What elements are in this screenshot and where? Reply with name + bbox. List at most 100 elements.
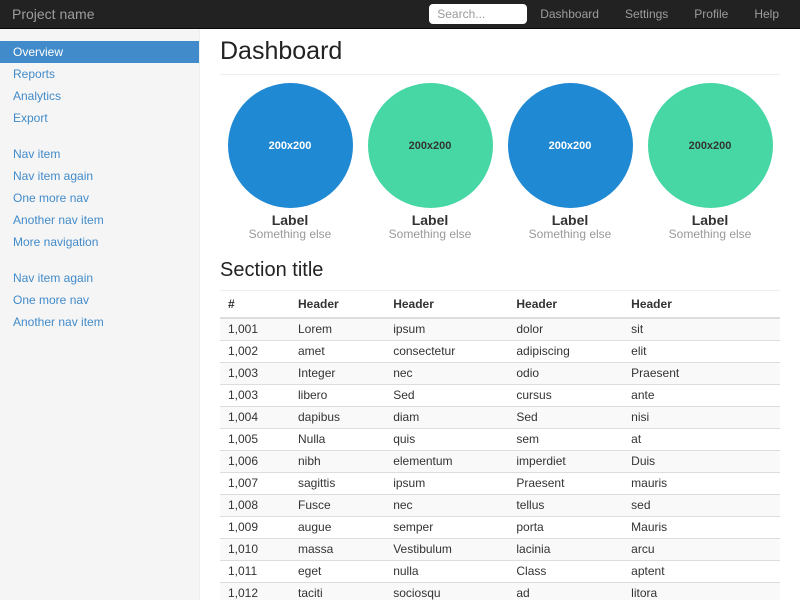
table-cell: massa: [290, 539, 385, 561]
table-cell: Integer: [290, 363, 385, 385]
table-cell: nisi: [623, 407, 780, 429]
table-cell: 1,010: [220, 539, 290, 561]
table-cell: amet: [290, 341, 385, 363]
table-header: Header: [385, 292, 508, 318]
table-cell: Nulla: [290, 429, 385, 451]
table-cell: nibh: [290, 451, 385, 473]
table-cell: Sed: [385, 385, 508, 407]
table-row: 1,008Fuscenectellussed: [220, 495, 780, 517]
table-cell: taciti: [290, 583, 385, 600]
placeholder-col: 200x200 Label Something else: [360, 83, 500, 241]
table-cell: dolor: [508, 318, 623, 341]
sidebar-item-nav-item[interactable]: Nav item: [0, 143, 199, 165]
placeholder-sublabel: Something else: [360, 228, 500, 241]
table-row: 1,003liberoSedcursusante: [220, 385, 780, 407]
sidebar-group-2: Nav item Nav item again One more nav Ano…: [0, 143, 199, 253]
table-cell: 1,001: [220, 318, 290, 341]
placeholder-row: 200x200 Label Something else 200x200 Lab…: [220, 83, 780, 241]
search-input[interactable]: [429, 4, 527, 24]
table-row: 1,006nibhelementumimperdietDuis: [220, 451, 780, 473]
table-cell: imperdiet: [508, 451, 623, 473]
sidebar-item-one-more-nav-2[interactable]: One more nav: [0, 289, 199, 311]
table-cell: elementum: [385, 451, 508, 473]
table-row: 1,012tacitisociosquadlitora: [220, 583, 780, 600]
nav-link-settings[interactable]: Settings: [612, 7, 681, 21]
sidebar-item-nav-item-again[interactable]: Nav item again: [0, 165, 199, 187]
brand[interactable]: Project name: [12, 6, 94, 22]
table-cell: tellus: [508, 495, 623, 517]
table-row: 1,011egetnullaClassaptent: [220, 561, 780, 583]
table-cell: 1,004: [220, 407, 290, 429]
table-cell: Vestibulum: [385, 539, 508, 561]
nav-link-dashboard[interactable]: Dashboard: [527, 7, 612, 21]
table-cell: Fusce: [290, 495, 385, 517]
table-cell: porta: [508, 517, 623, 539]
sidebar-item-one-more-nav[interactable]: One more nav: [0, 187, 199, 209]
main-content: Dashboard 200x200 Label Something else 2…: [200, 29, 800, 600]
table-cell: nulla: [385, 561, 508, 583]
sidebar-item-another-nav-item-2[interactable]: Another nav item: [0, 311, 199, 333]
table-row: 1,003IntegernecodioPraesent: [220, 363, 780, 385]
table-cell: cursus: [508, 385, 623, 407]
sidebar-item-overview[interactable]: Overview: [0, 41, 199, 63]
table-cell: sociosqu: [385, 583, 508, 600]
table-cell: at: [623, 429, 780, 451]
table-header: Header: [290, 292, 385, 318]
table-cell: 1,005: [220, 429, 290, 451]
top-navbar: Project name Dashboard Settings Profile …: [0, 0, 800, 29]
table-cell: lacinia: [508, 539, 623, 561]
section-title: Section title: [220, 259, 780, 291]
page-title: Dashboard: [220, 37, 780, 75]
table-cell: mauris: [623, 473, 780, 495]
table-cell: nec: [385, 363, 508, 385]
table-cell: arcu: [623, 539, 780, 561]
placeholder-circle: 200x200: [368, 83, 493, 208]
sidebar: Overview Reports Analytics Export Nav it…: [0, 29, 200, 600]
table-cell: elit: [623, 341, 780, 363]
table-cell: nec: [385, 495, 508, 517]
table-cell: 1,002: [220, 341, 290, 363]
table-cell: dapibus: [290, 407, 385, 429]
sidebar-item-analytics[interactable]: Analytics: [0, 85, 199, 107]
table-cell: 1,006: [220, 451, 290, 473]
sidebar-item-reports[interactable]: Reports: [0, 63, 199, 85]
table-cell: Sed: [508, 407, 623, 429]
table-cell: aptent: [623, 561, 780, 583]
table-cell: Praesent: [508, 473, 623, 495]
data-table: # Header Header Header Header 1,001Lorem…: [220, 292, 780, 600]
placeholder-label: Label: [640, 213, 780, 228]
table-cell: libero: [290, 385, 385, 407]
sidebar-group-1: Overview Reports Analytics Export: [0, 41, 199, 129]
table-row: 1,001Loremipsumdolorsit: [220, 318, 780, 341]
table-cell: odio: [508, 363, 623, 385]
table-cell: augue: [290, 517, 385, 539]
table-row: 1,002ametconsecteturadipiscingelit: [220, 341, 780, 363]
table-cell: ante: [623, 385, 780, 407]
table-row: 1,007sagittisipsumPraesentmauris: [220, 473, 780, 495]
table-cell: 1,012: [220, 583, 290, 600]
table-cell: 1,003: [220, 363, 290, 385]
placeholder-label: Label: [500, 213, 640, 228]
nav-link-help[interactable]: Help: [741, 7, 792, 21]
nav-link-profile[interactable]: Profile: [681, 7, 741, 21]
table-cell: Duis: [623, 451, 780, 473]
placeholder-label: Label: [220, 213, 360, 228]
table-cell: 1,003: [220, 385, 290, 407]
sidebar-item-export[interactable]: Export: [0, 107, 199, 129]
sidebar-item-nav-item-again-2[interactable]: Nav item again: [0, 267, 199, 289]
table-cell: consectetur: [385, 341, 508, 363]
table-cell: adipiscing: [508, 341, 623, 363]
table-header: Header: [508, 292, 623, 318]
placeholder-circle: 200x200: [508, 83, 633, 208]
table-header: #: [220, 292, 290, 318]
sidebar-item-another-nav-item[interactable]: Another nav item: [0, 209, 199, 231]
table-row: 1,010massaVestibulumlaciniaarcu: [220, 539, 780, 561]
table-cell: Class: [508, 561, 623, 583]
sidebar-item-more-navigation[interactable]: More navigation: [0, 231, 199, 253]
placeholder-col: 200x200 Label Something else: [220, 83, 360, 241]
table-cell: Praesent: [623, 363, 780, 385]
table-row: 1,005Nullaquissemat: [220, 429, 780, 451]
table-cell: litora: [623, 583, 780, 600]
placeholder-circle: 200x200: [228, 83, 353, 208]
placeholder-col: 200x200 Label Something else: [640, 83, 780, 241]
